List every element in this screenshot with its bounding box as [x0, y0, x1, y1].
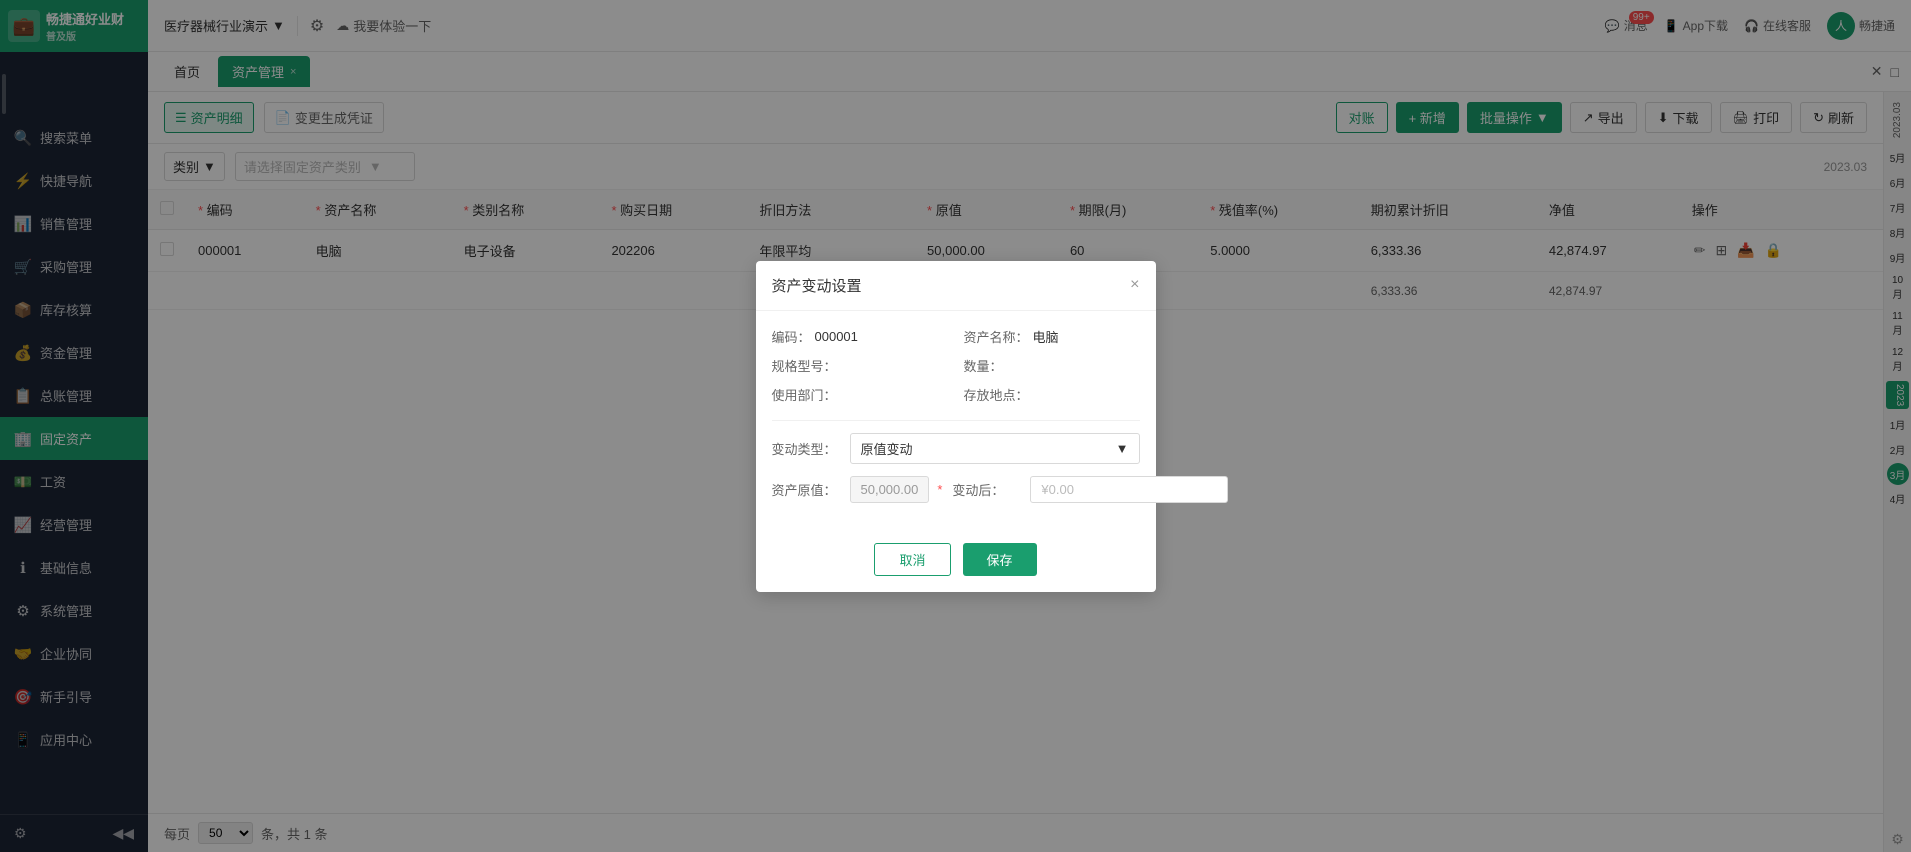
asset-change-dialog: 资产变动设置 × 编码： 000001 资产名称： 电脑 规格型号： 数量： — [756, 261, 1156, 592]
dialog-title: 资产变动设置 — [772, 275, 862, 296]
dialog-location-item: 存放地点： — [964, 385, 1140, 404]
dialog-dept-item: 使用部门： — [772, 385, 948, 404]
dialog-body: 编码： 000001 资产名称： 电脑 规格型号： 数量： 使用部门： — [756, 311, 1156, 531]
change-type-row: 变动类型： 原值变动 ▼ — [772, 433, 1140, 464]
change-type-select[interactable]: 原值变动 ▼ — [850, 433, 1140, 464]
dialog-close-button[interactable]: × — [1130, 276, 1139, 294]
dialog-info-grid: 编码： 000001 资产名称： 电脑 规格型号： 数量： 使用部门： — [772, 327, 1140, 404]
dialog-quantity-item: 数量： — [964, 356, 1140, 375]
dialog-overlay: 资产变动设置 × 编码： 000001 资产名称： 电脑 规格型号： 数量： — [0, 0, 1911, 852]
dialog-footer: 取消 保存 — [756, 531, 1156, 592]
save-button[interactable]: 保存 — [963, 543, 1037, 576]
dialog-asset-name-item: 资产名称： 电脑 — [964, 327, 1140, 346]
cancel-button[interactable]: 取消 — [874, 543, 950, 576]
after-change-input[interactable] — [1030, 476, 1228, 503]
change-type-dropdown-icon: ▼ — [1116, 441, 1129, 456]
dialog-divider — [772, 420, 1140, 421]
dialog-code-item: 编码： 000001 — [772, 327, 948, 346]
original-value-row: 资产原值： 50,000.00 * 变动后： — [772, 476, 1140, 503]
dialog-spec-item: 规格型号： — [772, 356, 948, 375]
dialog-header: 资产变动设置 × — [756, 261, 1156, 311]
dialog-asset-name-value: 电脑 — [1033, 327, 1059, 346]
original-value-display: 50,000.00 — [850, 476, 930, 503]
dialog-code-value: 000001 — [815, 329, 858, 344]
